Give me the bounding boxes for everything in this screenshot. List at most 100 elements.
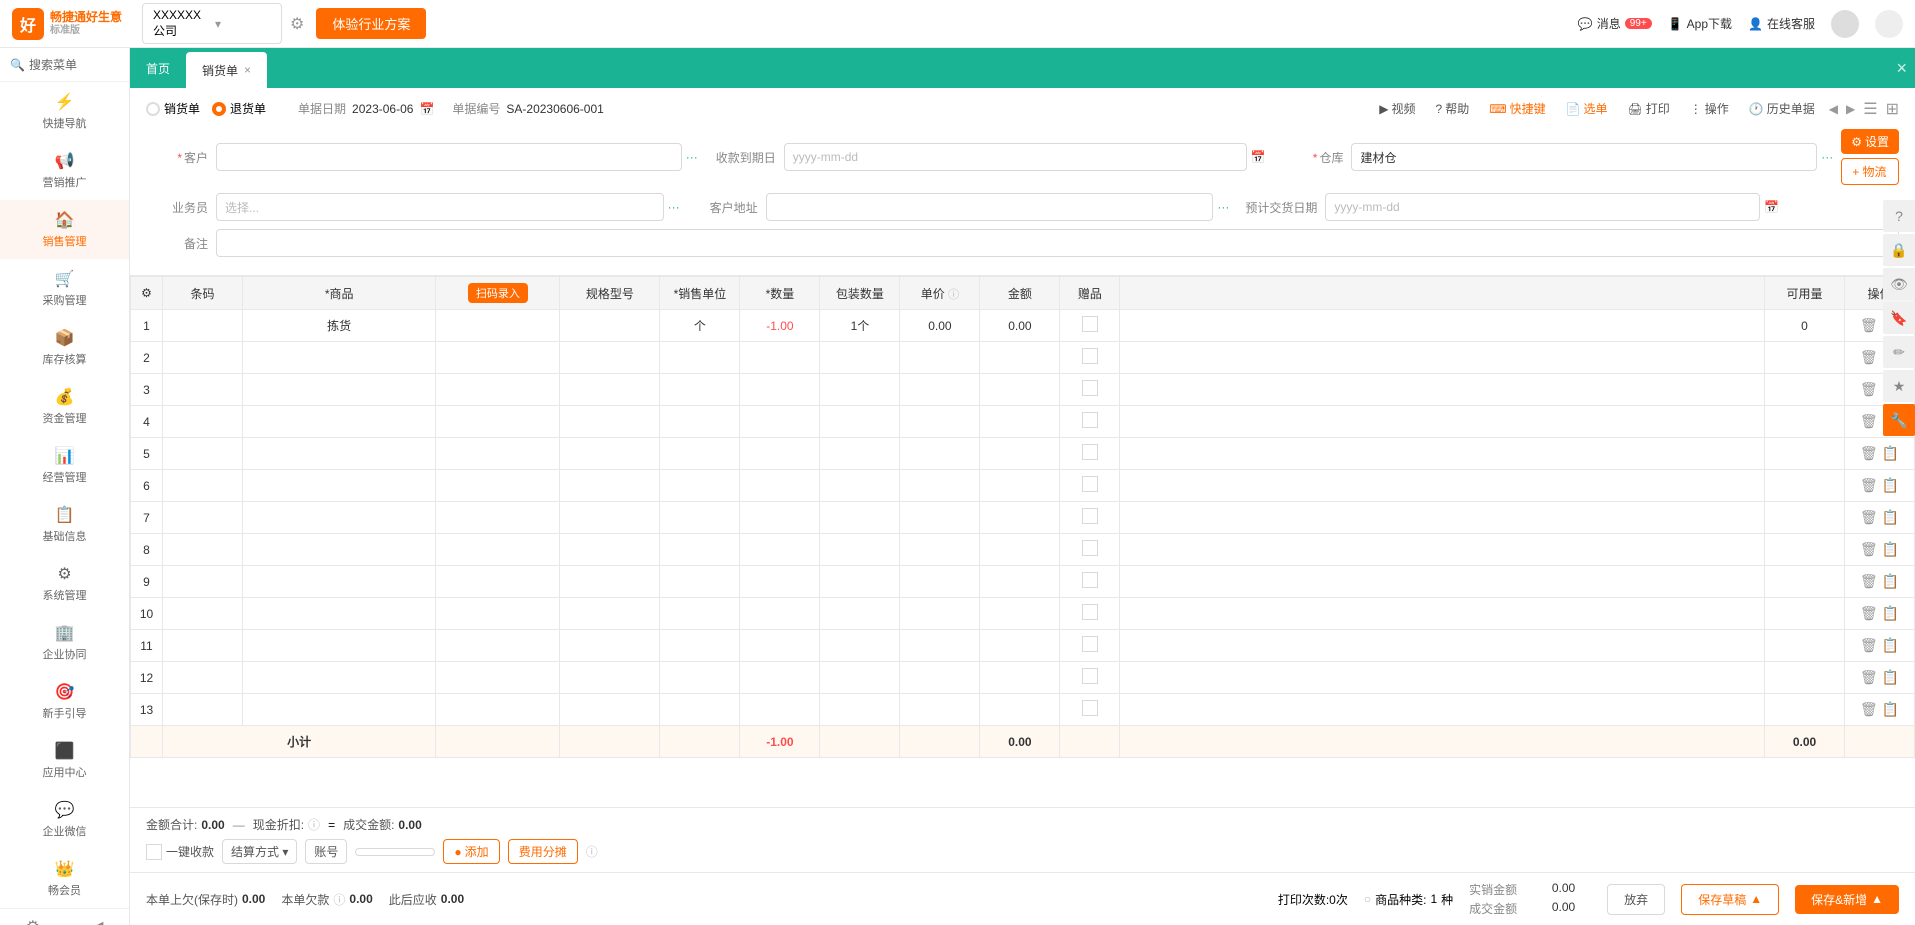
gift-checkbox[interactable] xyxy=(1082,604,1098,620)
sidebar-item-marketing[interactable]: 📢 营销推广 xyxy=(0,141,129,200)
row-product[interactable] xyxy=(243,342,436,374)
settings-icon-top[interactable]: ⚙ xyxy=(290,14,304,34)
row-qty[interactable] xyxy=(740,598,820,630)
row-amount[interactable] xyxy=(980,566,1060,598)
view-grid-icon[interactable]: ⊞ xyxy=(1886,99,1899,119)
cash-discount-info-icon[interactable]: ⓘ xyxy=(308,816,320,833)
add-payment-btn[interactable]: ● 添加 xyxy=(443,839,499,864)
row-pkg-qty[interactable] xyxy=(820,406,900,438)
row-unit[interactable] xyxy=(660,502,740,534)
payment-account-select[interactable]: 账号 xyxy=(305,839,347,864)
sidebar-item-inventory[interactable]: 📦 库存核算 xyxy=(0,318,129,377)
copy-row-btn[interactable]: 📋 xyxy=(1882,445,1899,462)
rfloat-bookmark[interactable]: 🔖 xyxy=(1883,302,1915,334)
price-info-icon[interactable]: ⓘ xyxy=(948,289,959,301)
customer-addr-input[interactable] xyxy=(766,193,1214,221)
delete-row-btn[interactable]: 🗑 xyxy=(1860,701,1878,718)
row-spec[interactable] xyxy=(560,438,660,470)
row-pkg-qty[interactable] xyxy=(820,630,900,662)
rfloat-lock[interactable]: 🔒 xyxy=(1883,234,1915,266)
scan-input-btn[interactable]: 扫码录入 xyxy=(436,277,560,310)
row-amount[interactable] xyxy=(980,374,1060,406)
online-service-btn[interactable]: 👤 在线客服 xyxy=(1748,15,1815,32)
row-qty[interactable] xyxy=(740,374,820,406)
gift-checkbox[interactable] xyxy=(1082,572,1098,588)
expected-date-input[interactable]: yyyy-mm-dd xyxy=(1325,193,1760,221)
row-product[interactable] xyxy=(243,374,436,406)
row-product[interactable] xyxy=(243,406,436,438)
row-price[interactable] xyxy=(900,534,980,566)
copy-row-btn[interactable]: 📋 xyxy=(1882,541,1899,558)
rfloat-eye[interactable]: 👁 xyxy=(1883,268,1915,300)
row-qty[interactable] xyxy=(740,502,820,534)
gift-checkbox[interactable] xyxy=(1082,508,1098,524)
row-product[interactable] xyxy=(243,502,436,534)
logistics-btn[interactable]: + 物流 xyxy=(1841,158,1899,185)
row-spec[interactable] xyxy=(560,630,660,662)
row-unit[interactable] xyxy=(660,374,740,406)
row-qty[interactable] xyxy=(740,342,820,374)
print-btn[interactable]: 🖨 打印 xyxy=(1622,98,1676,119)
one-click-checkbox[interactable] xyxy=(146,844,162,860)
delete-row-btn[interactable]: 🗑 xyxy=(1860,605,1878,622)
sidebar-item-member[interactable]: 👑 畅会员 xyxy=(0,849,129,908)
video-btn[interactable]: ▶ 视频 xyxy=(1373,98,1421,119)
row-pkg-qty[interactable] xyxy=(820,566,900,598)
row-price[interactable]: 0.00 xyxy=(900,310,980,342)
row-pkg-qty[interactable] xyxy=(820,374,900,406)
row-price[interactable] xyxy=(900,470,980,502)
sidebar-item-wechat[interactable]: 💬 企业微信 xyxy=(0,790,129,849)
row-barcode[interactable] xyxy=(163,694,243,726)
expense-split-btn[interactable]: 费用分摊 xyxy=(508,839,578,864)
sidebar-item-finance[interactable]: 💰 资金管理 xyxy=(0,377,129,436)
row-qty[interactable] xyxy=(740,470,820,502)
radio-sales[interactable]: 销货单 xyxy=(146,100,200,117)
row-qty[interactable] xyxy=(740,534,820,566)
row-unit[interactable] xyxy=(660,566,740,598)
select-order-btn[interactable]: 📄 选单 xyxy=(1560,98,1614,119)
row-qty[interactable] xyxy=(740,566,820,598)
row-price[interactable] xyxy=(900,406,980,438)
calendar-receive-icon[interactable]: 📅 xyxy=(1251,150,1266,164)
row-barcode[interactable] xyxy=(163,342,243,374)
row-unit[interactable] xyxy=(660,630,740,662)
app-download-btn[interactable]: 📱 App下载 xyxy=(1668,15,1732,32)
row-price[interactable] xyxy=(900,598,980,630)
nav-prev-icon[interactable]: ◀ xyxy=(1829,102,1838,116)
tab-home[interactable]: 首页 xyxy=(130,48,186,88)
row-price[interactable] xyxy=(900,662,980,694)
row-product[interactable] xyxy=(243,694,436,726)
gift-checkbox[interactable] xyxy=(1082,668,1098,684)
row-amount[interactable] xyxy=(980,630,1060,662)
gift-checkbox[interactable] xyxy=(1082,540,1098,556)
warehouse-dots-icon[interactable]: ··· xyxy=(1821,150,1833,164)
row-qty[interactable] xyxy=(740,438,820,470)
tab-sales-order[interactable]: 销货单 × xyxy=(186,52,267,88)
row-pkg-qty[interactable] xyxy=(820,342,900,374)
delete-row-btn[interactable]: 🗑 xyxy=(1860,637,1878,654)
save-draft-btn[interactable]: 保存草稿 ▲ xyxy=(1681,884,1779,915)
delete-row-btn[interactable]: 🗑 xyxy=(1860,381,1878,398)
row-price[interactable] xyxy=(900,566,980,598)
message-btn[interactable]: 💬 消息 99+ xyxy=(1578,15,1652,32)
rfloat-edit[interactable]: ✏ xyxy=(1883,336,1915,368)
row-amount[interactable] xyxy=(980,406,1060,438)
user-avatar[interactable] xyxy=(1831,10,1859,38)
row-product[interactable] xyxy=(243,598,436,630)
row-amount[interactable] xyxy=(980,342,1060,374)
delete-row-btn[interactable]: 🗑 xyxy=(1860,573,1878,590)
chevron-up-new-icon[interactable]: ▲ xyxy=(1871,892,1883,906)
close-window-icon[interactable]: × xyxy=(1896,58,1907,78)
row-spec[interactable] xyxy=(560,566,660,598)
row-qty[interactable]: -1.00 xyxy=(740,310,820,342)
trial-btn[interactable]: 体验行业方案 xyxy=(316,8,426,39)
delete-row-btn[interactable]: 🗑 xyxy=(1860,317,1878,334)
row-qty[interactable] xyxy=(740,406,820,438)
help-btn[interactable]: ? 帮助 xyxy=(1430,98,1476,119)
warehouse-input[interactable]: 建材仓 xyxy=(1351,143,1817,171)
row-unit[interactable] xyxy=(660,438,740,470)
row-qty[interactable] xyxy=(740,630,820,662)
expense-info-icon[interactable]: ⓘ xyxy=(586,843,598,860)
row-pkg-qty[interactable] xyxy=(820,598,900,630)
sidebar-item-apps[interactable]: ⬛ 应用中心 xyxy=(0,731,129,790)
